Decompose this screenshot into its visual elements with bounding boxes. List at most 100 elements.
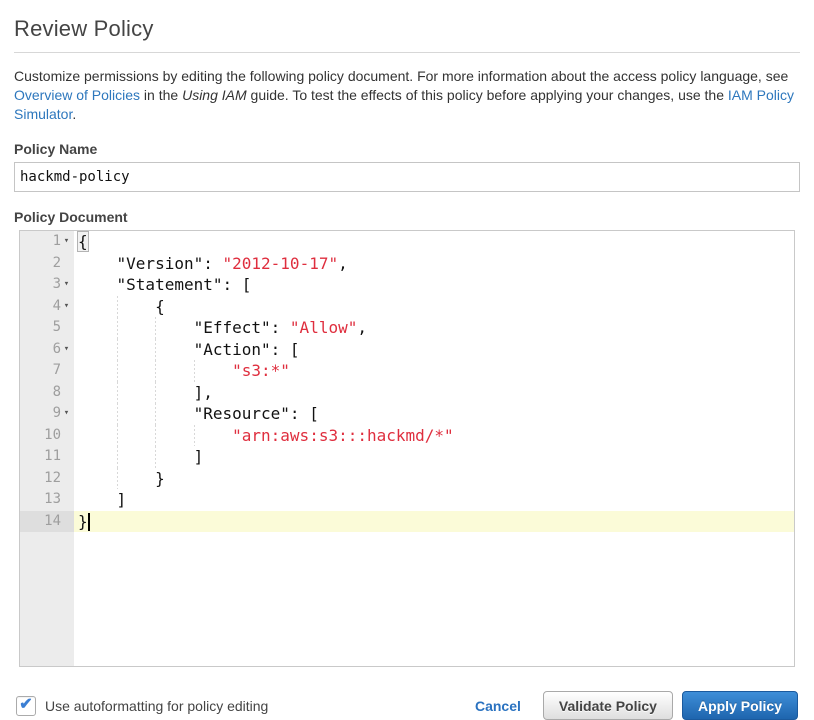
autoformat-label: Use autoformatting for policy editing bbox=[45, 698, 268, 714]
json-token: "Statement": [ bbox=[117, 275, 252, 294]
json-token: } bbox=[78, 512, 88, 531]
gutter-line[interactable]: 3▾ bbox=[20, 274, 74, 296]
indent-guide bbox=[117, 403, 156, 425]
autoformat-checkbox[interactable]: ✔ bbox=[16, 696, 36, 716]
code-line[interactable]: "s3:*" bbox=[74, 360, 794, 382]
line-number: 3 bbox=[53, 274, 61, 296]
indent-guide bbox=[78, 253, 117, 275]
json-token: ] bbox=[194, 447, 204, 466]
policy-document-label: Policy Document bbox=[14, 209, 800, 225]
indent-guide bbox=[78, 296, 117, 318]
indent-guide bbox=[78, 468, 117, 490]
json-string-token: "s3:*" bbox=[232, 361, 290, 380]
gutter-line: 13 bbox=[20, 489, 74, 511]
json-token: { bbox=[78, 232, 88, 251]
autoformat-option: ✔ Use autoformatting for policy editing bbox=[16, 696, 268, 716]
gutter-line: 8 bbox=[20, 382, 74, 404]
fold-arrow-icon[interactable]: ▾ bbox=[61, 296, 72, 318]
fold-arrow-icon[interactable]: ▾ bbox=[61, 231, 72, 253]
indent-guide bbox=[78, 339, 117, 361]
json-token: "Resource": [ bbox=[194, 404, 319, 423]
indent-guide bbox=[78, 403, 117, 425]
indent-guide bbox=[155, 382, 194, 404]
indent-guide bbox=[78, 425, 117, 447]
gutter-line: 12 bbox=[20, 468, 74, 490]
line-number: 2 bbox=[53, 253, 61, 275]
apply-policy-button[interactable]: Apply Policy bbox=[682, 691, 798, 720]
policy-name-label: Policy Name bbox=[14, 141, 800, 157]
review-policy-page: Review Policy Customize permissions by e… bbox=[0, 0, 814, 720]
fold-arrow-icon[interactable]: ▾ bbox=[61, 403, 72, 425]
gutter-line[interactable]: 6▾ bbox=[20, 339, 74, 361]
json-token: { bbox=[155, 297, 165, 316]
json-token: } bbox=[155, 469, 165, 488]
json-string-token: "Allow" bbox=[290, 318, 357, 337]
line-number: 11 bbox=[44, 446, 61, 468]
intro-part1: Customize permissions by editing the fol… bbox=[14, 68, 788, 84]
code-line[interactable]: "Statement": [ bbox=[74, 274, 794, 296]
intro-part4: . bbox=[72, 106, 76, 122]
gutter-line: 10 bbox=[20, 425, 74, 447]
policy-name-input[interactable] bbox=[14, 162, 800, 192]
code-line[interactable]: "Version": "2012-10-17", bbox=[74, 253, 794, 275]
fold-arrow-icon[interactable]: ▾ bbox=[61, 339, 72, 361]
indent-guide bbox=[117, 360, 156, 382]
json-token: "Version": bbox=[117, 254, 223, 273]
code-line[interactable]: } bbox=[74, 511, 794, 533]
code-line[interactable]: ] bbox=[74, 489, 794, 511]
indent-guide bbox=[78, 446, 117, 468]
line-number: 9 bbox=[53, 403, 61, 425]
line-number: 13 bbox=[44, 489, 61, 511]
line-number: 4 bbox=[53, 296, 61, 318]
json-token: ] bbox=[117, 490, 127, 509]
code-line[interactable]: ], bbox=[74, 382, 794, 404]
intro-part2: in the bbox=[140, 87, 182, 103]
json-string-token: "2012-10-17" bbox=[223, 254, 339, 273]
intro-part3: guide. To test the effects of this polic… bbox=[247, 87, 728, 103]
json-token: "Action": [ bbox=[194, 340, 300, 359]
code-line[interactable]: ] bbox=[74, 446, 794, 468]
indent-guide bbox=[155, 425, 194, 447]
gutter-line[interactable]: 4▾ bbox=[20, 296, 74, 318]
footer-bar: ✔ Use autoformatting for policy editing … bbox=[14, 691, 800, 720]
overview-of-policies-link[interactable]: Overview of Policies bbox=[14, 87, 140, 103]
line-number: 7 bbox=[53, 360, 61, 382]
json-token: , bbox=[338, 254, 348, 273]
gutter-line[interactable]: 9▾ bbox=[20, 403, 74, 425]
line-number: 6 bbox=[53, 339, 61, 361]
gutter-line[interactable]: 1▾ bbox=[20, 231, 74, 253]
gutter-line: 11 bbox=[20, 446, 74, 468]
text-cursor bbox=[88, 513, 90, 531]
json-token: , bbox=[357, 318, 367, 337]
validate-policy-button[interactable]: Validate Policy bbox=[543, 691, 673, 720]
code-line[interactable]: { bbox=[74, 296, 794, 318]
code-line[interactable]: "Effect": "Allow", bbox=[74, 317, 794, 339]
indent-guide bbox=[117, 317, 156, 339]
gutter-line: 2 bbox=[20, 253, 74, 275]
indent-guide bbox=[194, 425, 233, 447]
policy-editor[interactable]: 1▾23▾4▾56▾789▾1011121314 {"Version": "20… bbox=[19, 230, 795, 667]
policy-editor-gutter[interactable]: 1▾23▾4▾56▾789▾1011121314 bbox=[20, 231, 74, 666]
action-buttons: Cancel Validate Policy Apply Policy bbox=[475, 691, 798, 720]
indent-guide bbox=[78, 317, 117, 339]
line-number: 14 bbox=[44, 511, 61, 533]
code-line[interactable]: "Resource": [ bbox=[74, 403, 794, 425]
indent-guide bbox=[155, 339, 194, 361]
fold-arrow-icon[interactable]: ▾ bbox=[61, 274, 72, 296]
line-number: 10 bbox=[44, 425, 61, 447]
gutter-line: 5 bbox=[20, 317, 74, 339]
policy-editor-lines[interactable]: {"Version": "2012-10-17","Statement": [{… bbox=[74, 231, 794, 666]
code-line[interactable]: } bbox=[74, 468, 794, 490]
indent-guide bbox=[117, 446, 156, 468]
indent-guide bbox=[117, 468, 156, 490]
indent-guide bbox=[78, 382, 117, 404]
code-line[interactable]: { bbox=[74, 231, 794, 253]
indent-guide bbox=[117, 425, 156, 447]
code-line[interactable]: "Action": [ bbox=[74, 339, 794, 361]
page-title: Review Policy bbox=[14, 16, 800, 42]
cancel-link[interactable]: Cancel bbox=[475, 698, 521, 714]
indent-guide bbox=[117, 382, 156, 404]
line-number: 5 bbox=[53, 317, 61, 339]
code-line[interactable]: "arn:aws:s3:::hackmd/*" bbox=[74, 425, 794, 447]
indent-guide bbox=[155, 446, 194, 468]
